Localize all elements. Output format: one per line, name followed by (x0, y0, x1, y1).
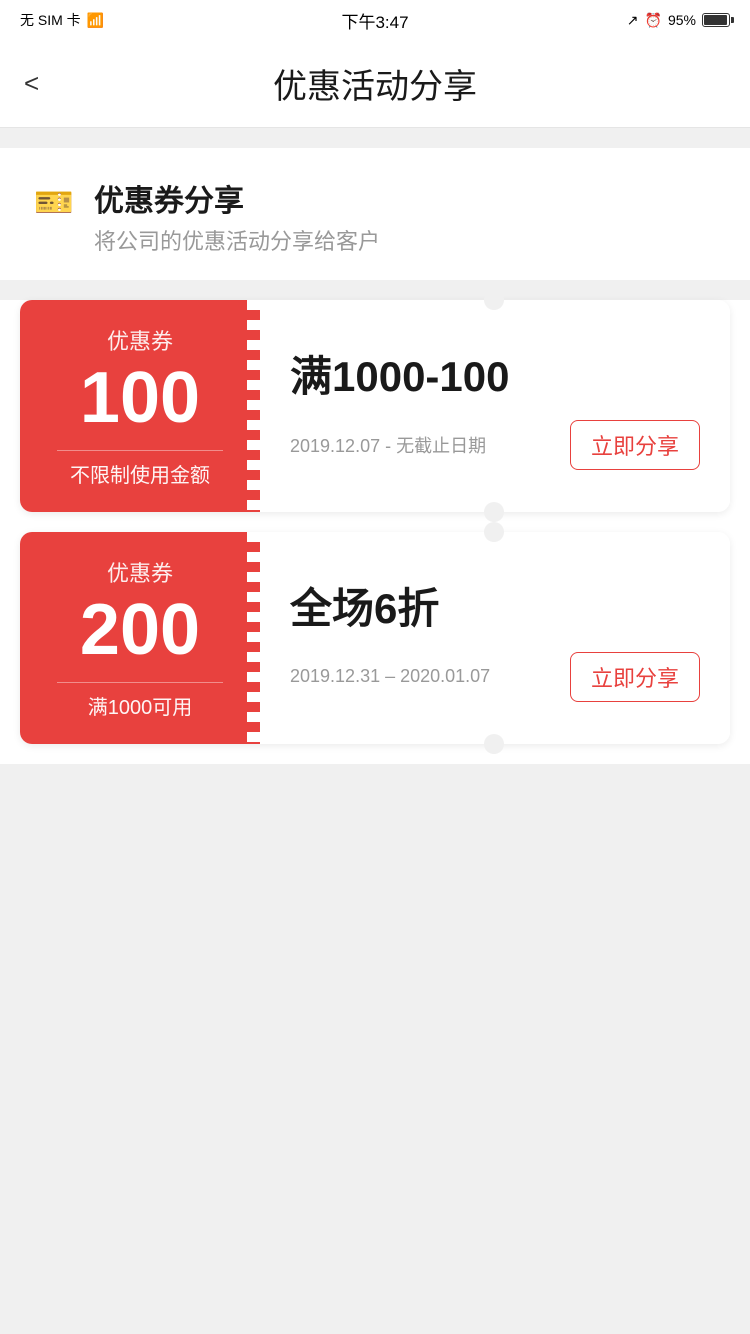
alarm-icon: ⏰ (645, 12, 662, 29)
coupon-inner-2: 优惠券 200 满1000可用 全场6折 2019.12.31 – 2020.0… (20, 532, 730, 744)
nav-bar: < 优惠活动分享 (0, 40, 750, 128)
coupon-card-2: 优惠券 200 满1000可用 全场6折 2019.12.31 – 2020.0… (20, 532, 730, 744)
wifi-icon: 📶 (87, 12, 104, 29)
battery-fill (704, 15, 727, 25)
battery-text: 95% (668, 12, 696, 28)
coupon-inner-1: 优惠券 100 不限制使用金额 满1000-100 2019.12.07 - 无… (20, 300, 730, 512)
carrier-text: 无 SIM 卡 (20, 10, 81, 30)
coupon-title-2: 全场6折 (290, 575, 700, 636)
coupon-meta-2: 2019.12.31 – 2020.01.07 立即分享 (290, 652, 700, 702)
coupon-value-1: 100 (80, 362, 200, 434)
section-text-group: 优惠券分享 将公司的优惠活动分享给客户 (94, 176, 380, 256)
coupon-scallop-1: 优惠券 100 不限制使用金额 满1000-100 2019.12.07 - 无… (20, 300, 730, 512)
coupon-label-2: 优惠券 (107, 556, 173, 588)
location-icon: ↗ (627, 12, 639, 29)
bottom-fill (0, 764, 750, 1164)
status-time: 下午3:47 (341, 8, 408, 33)
coupon-divider-1 (57, 450, 223, 451)
share-button-1[interactable]: 立即分享 (570, 420, 700, 470)
coupon-label-1: 优惠券 (107, 324, 173, 356)
share-button-2[interactable]: 立即分享 (570, 652, 700, 702)
coupon-meta-1: 2019.12.07 - 无截止日期 立即分享 (290, 420, 700, 470)
coupon-date-2: 2019.12.31 – 2020.01.07 (290, 666, 490, 687)
status-left: 无 SIM 卡 📶 (20, 10, 104, 30)
section-title: 优惠券分享 (94, 176, 380, 220)
scallop-notch-bottom-2 (484, 734, 504, 754)
coupon-card-1: 优惠券 100 不限制使用金额 满1000-100 2019.12.07 - 无… (20, 300, 730, 512)
coupon-date-1: 2019.12.07 - 无截止日期 (290, 432, 486, 458)
section-icon: 🎫 (30, 178, 78, 226)
coupon-right-1: 满1000-100 2019.12.07 - 无截止日期 立即分享 (260, 300, 730, 512)
coupon-left-1: 优惠券 100 不限制使用金额 (20, 300, 260, 512)
back-button[interactable]: < (24, 68, 39, 99)
scallop-notch-top-2 (484, 522, 504, 542)
coupon-scallop-2: 优惠券 200 满1000可用 全场6折 2019.12.31 – 2020.0… (20, 532, 730, 744)
section-desc: 将公司的优惠活动分享给客户 (94, 224, 380, 256)
scallop-notch-top-1 (484, 290, 504, 310)
coupon-title-1: 满1000-100 (290, 343, 700, 404)
coupon-condition-1: 不限制使用金额 (70, 459, 210, 488)
coupons-container: 优惠券 100 不限制使用金额 满1000-100 2019.12.07 - 无… (0, 300, 750, 764)
coupon-left-2: 优惠券 200 满1000可用 (20, 532, 260, 744)
section-header: 🎫 优惠券分享 将公司的优惠活动分享给客户 (0, 148, 750, 280)
battery-bar (702, 13, 730, 27)
coupon-value-2: 200 (80, 594, 200, 666)
page-title: 优惠活动分享 (273, 59, 477, 108)
coupon-right-2: 全场6折 2019.12.31 – 2020.01.07 立即分享 (260, 532, 730, 744)
status-bar: 无 SIM 卡 📶 下午3:47 ↗ ⏰ 95% (0, 0, 750, 40)
scallop-notch-bottom-1 (484, 502, 504, 522)
coupon-condition-2: 满1000可用 (88, 691, 193, 720)
coupon-divider-2 (57, 682, 223, 683)
status-right: ↗ ⏰ 95% (627, 12, 730, 29)
